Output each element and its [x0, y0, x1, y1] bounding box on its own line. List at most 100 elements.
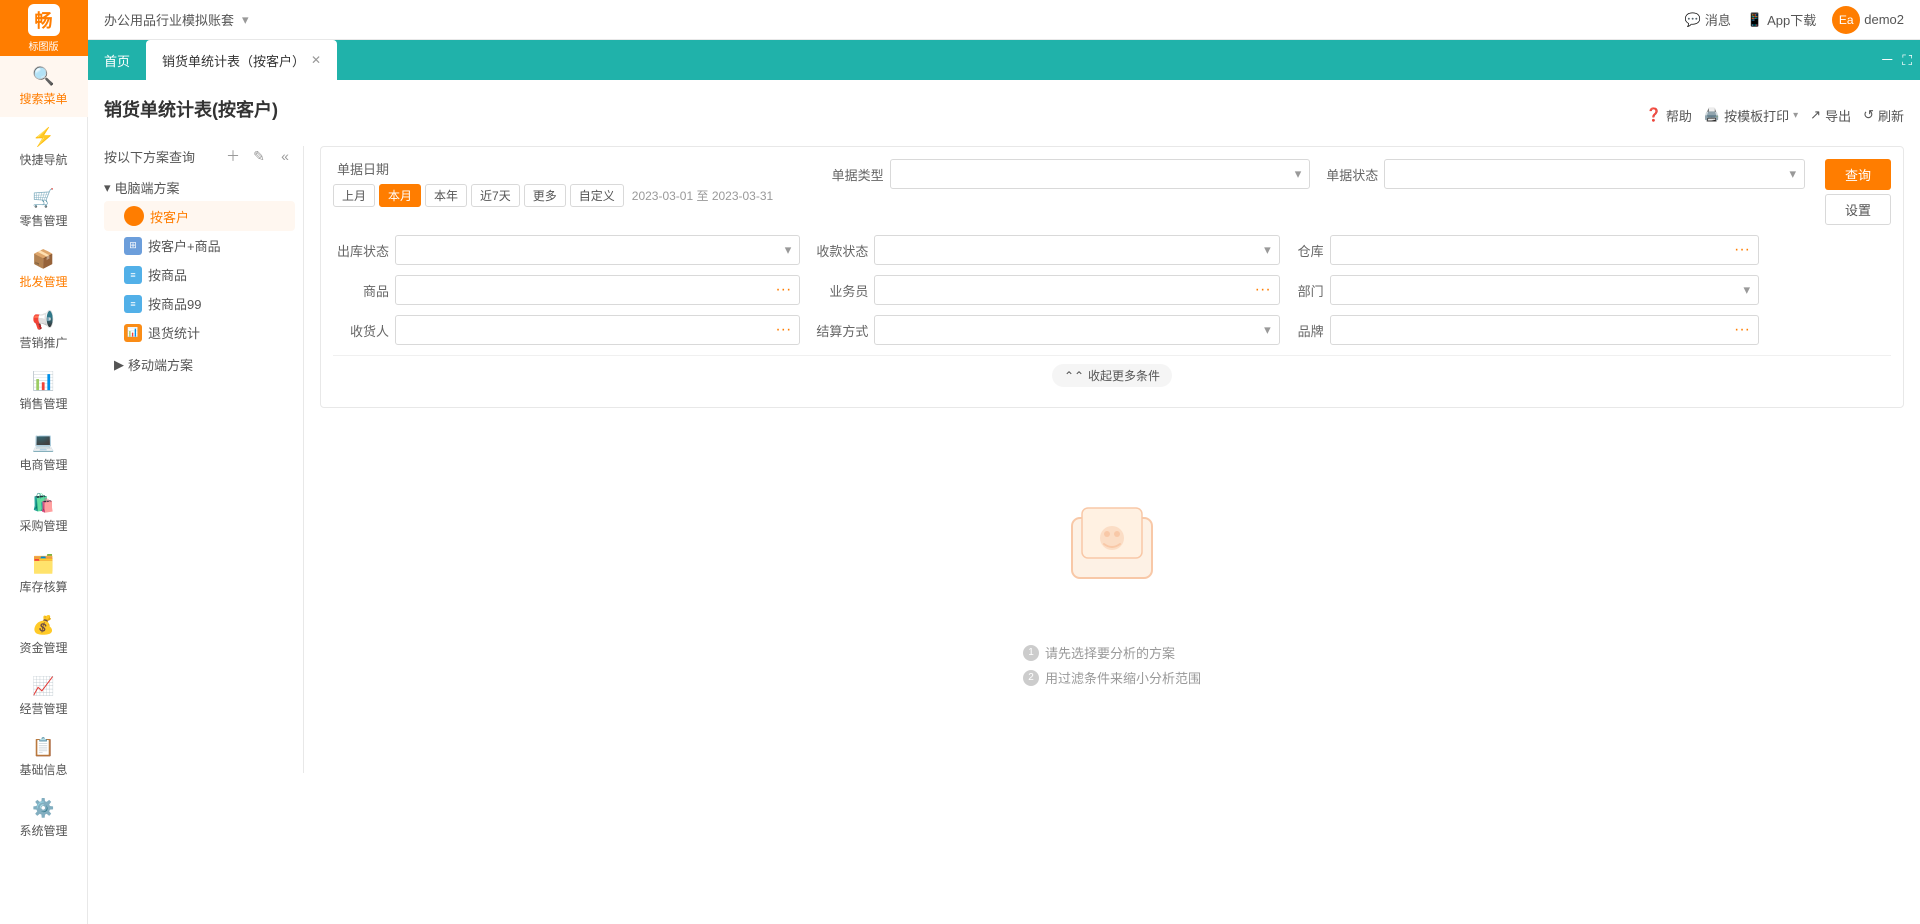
marketing-icon: 📢	[32, 310, 54, 331]
sales-icon: 📊	[32, 371, 54, 392]
receiver-select[interactable]: ···	[395, 315, 800, 345]
tree-group-desktop-label[interactable]: ▾ 电脑端方案	[104, 174, 295, 201]
sidebar-item-wholesale[interactable]: 📦 批发管理	[0, 239, 88, 300]
sidebar-item-label: 资金管理	[19, 639, 67, 656]
sidebar-item-biz[interactable]: 📈 经营管理	[0, 666, 88, 727]
sidebar-item-label: 基础信息	[19, 761, 67, 778]
topbar: 办公用品行业模拟账套 ▾ 💬 消息 📱 App下载 Ea demo2	[88, 0, 1920, 40]
dept-select[interactable]: ▾	[1330, 275, 1759, 305]
tab-home-label: 首页	[104, 51, 130, 70]
collapse-bar: ⌃⌃ 收起更多条件	[333, 355, 1891, 395]
tab-sales-stat-label: 销货单统计表（按客户）	[162, 51, 305, 70]
sidebar-item-basic[interactable]: 📋 基础信息	[0, 727, 88, 788]
goods-select[interactable]: ···	[395, 275, 800, 305]
sidebar-item-inventory[interactable]: 🗂️ 库存核算	[0, 544, 88, 605]
inventory-icon: 🗂️	[32, 554, 54, 575]
app-download-btn[interactable]: 📱 App下载	[1747, 10, 1816, 29]
receive-status-select[interactable]: ▾	[874, 235, 1279, 265]
out-status-select[interactable]: ▾	[395, 235, 800, 265]
export-label: 导出	[1825, 106, 1851, 125]
tab-close-icon[interactable]: ✕	[311, 53, 321, 67]
sidebar-item-sales[interactable]: 📊 销售管理	[0, 361, 88, 422]
date-btn-custom[interactable]: 自定义	[570, 184, 624, 207]
tree-item-goods99-icon: ≡	[124, 295, 142, 313]
dropdown-arrow-icon[interactable]: ▾	[242, 12, 249, 28]
dept-arrow-icon: ▾	[1743, 282, 1750, 298]
salesman-select[interactable]: ···	[874, 275, 1279, 305]
tabbar: 首页 销货单统计表（按客户） ✕ － ⛶	[88, 40, 1920, 80]
tree-item-goods99-label: 按商品99	[148, 294, 201, 313]
tree-item-goods-icon: ≡	[124, 266, 142, 284]
warehouse-select[interactable]: ···	[1330, 235, 1759, 265]
sidebar-item-ecommerce[interactable]: 💻 电商管理	[0, 422, 88, 483]
sidebar-item-purchase[interactable]: 🛍️ 采购管理	[0, 483, 88, 544]
sidebar-item-label: 经营管理	[19, 700, 67, 717]
query-button[interactable]: 查询	[1825, 159, 1891, 190]
sidebar-item-label: 系统管理	[19, 822, 67, 839]
payment-label: 结算方式	[812, 321, 868, 340]
search-icon: 🔍	[32, 66, 54, 87]
receiver-label: 收货人	[333, 321, 389, 340]
payment-select[interactable]: ▾	[874, 315, 1279, 345]
bill-status-select[interactable]: ▾	[1384, 159, 1805, 189]
message-btn[interactable]: 💬 消息	[1685, 10, 1731, 29]
refresh-btn[interactable]: ↺ 刷新	[1863, 106, 1904, 125]
empty-tips: 1 请先选择要分析的方案 2 用过滤条件来缩小分析范围	[1023, 643, 1201, 693]
tree-item-return-label: 退货统计	[148, 323, 200, 342]
warehouse-dots-icon: ···	[1734, 241, 1750, 259]
sidebar-item-finance[interactable]: 💰 资金管理	[0, 605, 88, 666]
sidebar-item-search[interactable]: 🔍 搜索菜单	[0, 56, 88, 117]
payment-arrow-icon: ▾	[1264, 322, 1271, 338]
date-btn-this-year[interactable]: 本年	[425, 184, 467, 207]
add-scheme-btn[interactable]: ＋	[223, 146, 243, 166]
print-icon: 🖨️	[1704, 107, 1720, 123]
collapse-btn[interactable]: ⌃⌃ 收起更多条件	[1052, 364, 1172, 387]
tree-item-goods99[interactable]: ≡ 按商品99	[104, 289, 295, 318]
app-download-icon: 📱	[1747, 12, 1763, 28]
tree-item-return-stat[interactable]: 📊 退货统计	[104, 318, 295, 347]
sidebar-item-marketing[interactable]: 📢 营销推广	[0, 300, 88, 361]
print-btn[interactable]: 🖨️ 按模板打印 ▾	[1704, 106, 1798, 125]
tab-sales-stat[interactable]: 销货单统计表（按客户） ✕	[146, 40, 337, 80]
salesman-label: 业务员	[812, 281, 868, 300]
sidebar-item-retail[interactable]: 🛒 零售管理	[0, 178, 88, 239]
bill-type-select[interactable]: ▾	[890, 159, 1311, 189]
salesman-dots-icon: ···	[1255, 281, 1271, 299]
collapse-panel-btn[interactable]: «	[275, 146, 295, 166]
tab-maximize-icon[interactable]: ⛶	[1902, 52, 1912, 69]
date-btn-more[interactable]: 更多	[524, 184, 566, 207]
date-range: 2023-03-01 至 2023-03-31	[632, 187, 773, 204]
tree-item-by-goods[interactable]: ≡ 按商品	[104, 260, 295, 289]
sidebar: 畅 标图版 🔍 搜索菜单 ⚡ 快捷导航 🛒 零售管理 📦 批发管理 📢 营销推广…	[0, 0, 88, 924]
export-btn[interactable]: ↗ 导出	[1810, 106, 1851, 125]
sidebar-logo[interactable]: 畅 标图版	[0, 0, 88, 56]
brand-select[interactable]: ···	[1330, 315, 1759, 345]
brand-label: 品牌	[1292, 321, 1324, 340]
date-btn-this-month[interactable]: 本月	[379, 184, 421, 207]
logo-icon: 畅	[28, 4, 60, 36]
tab-home[interactable]: 首页	[88, 40, 146, 80]
sidebar-item-label: 销售管理	[19, 395, 67, 412]
sidebar-item-quick-nav[interactable]: ⚡ 快捷导航	[0, 117, 88, 178]
tree-group-mobile-label[interactable]: ▶ 移动端方案	[104, 351, 295, 378]
setting-button[interactable]: 设置	[1825, 194, 1891, 225]
sidebar-item-system[interactable]: ⚙️ 系统管理	[0, 788, 88, 849]
tip-num-1: 1	[1023, 645, 1039, 661]
bill-type-arrow-icon: ▾	[1295, 166, 1302, 182]
help-btn[interactable]: ❓ 帮助	[1646, 106, 1692, 125]
date-btn-last-month[interactable]: 上月	[333, 184, 375, 207]
date-filter-buttons: 上月 本月 本年 近7天 更多 自定义 2023-03-01 至 2023-03…	[333, 184, 773, 207]
bill-status-arrow-icon: ▾	[1789, 166, 1796, 182]
quick-nav-icon: ⚡	[32, 127, 54, 148]
tree-item-customer-goods[interactable]: ⊞ 按客户+商品	[104, 231, 295, 260]
page-header-actions: ❓ 帮助 🖨️ 按模板打印 ▾ ↗ 导出 ↺ 刷新	[1646, 106, 1904, 125]
tab-minimize-icon[interactable]: －	[1880, 50, 1894, 70]
user-profile-btn[interactable]: Ea demo2	[1832, 6, 1904, 34]
tree-item-cg-label: 按客户+商品	[148, 236, 221, 255]
main-area: 办公用品行业模拟账套 ▾ 💬 消息 📱 App下载 Ea demo2 首页	[88, 0, 1920, 924]
tree-item-by-customer[interactable]: 按客户	[104, 201, 295, 231]
out-status-label: 出库状态	[333, 241, 389, 260]
edit-scheme-btn[interactable]: ✎	[249, 146, 269, 166]
date-btn-7days[interactable]: 近7天	[471, 184, 520, 207]
warehouse-label: 仓库	[1292, 241, 1324, 260]
